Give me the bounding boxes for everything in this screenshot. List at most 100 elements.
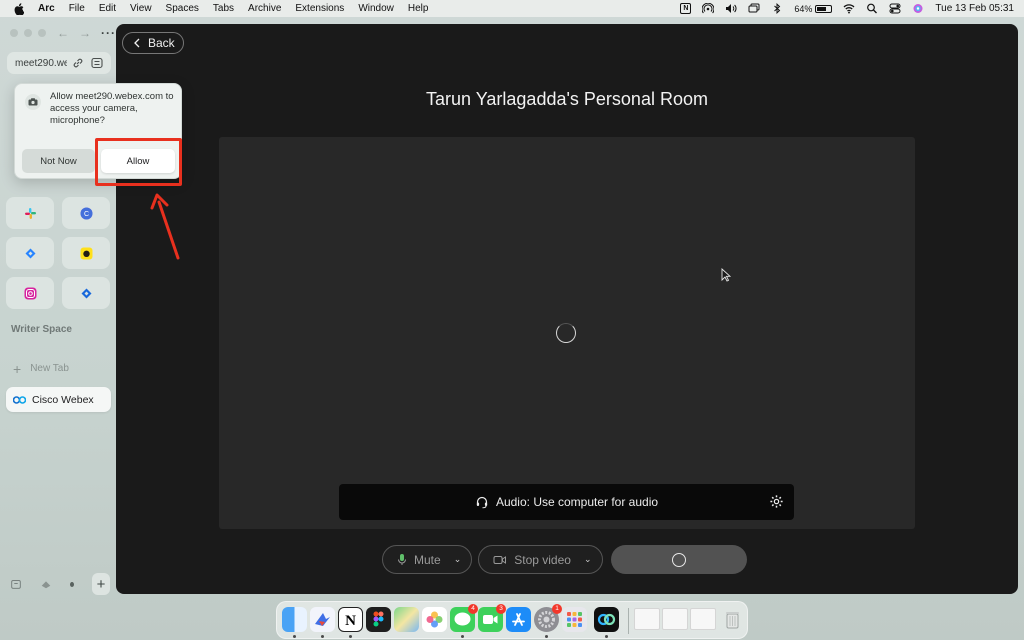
spark-icon[interactable] — [310, 607, 335, 632]
photos-icon[interactable] — [422, 607, 447, 632]
menu-extensions[interactable]: Extensions — [295, 3, 344, 14]
menu-window[interactable]: Window — [358, 3, 394, 14]
menu-tabs[interactable]: Tabs — [213, 3, 234, 14]
audio-settings-bar[interactable]: Audio: Use computer for audio — [339, 484, 794, 520]
minimized-window-thumbnail[interactable] — [690, 608, 716, 630]
launchpad-icon[interactable] — [562, 607, 587, 632]
battery-icon — [815, 4, 833, 13]
stop-video-button[interactable]: Stop video ⌄ — [478, 545, 603, 574]
mute-label: Mute — [414, 552, 441, 567]
menu-help[interactable]: Help — [408, 3, 429, 14]
trash-icon[interactable] — [720, 607, 745, 632]
messages-badge: 4 — [468, 604, 478, 614]
airdrop-icon[interactable] — [702, 3, 715, 14]
wifi-icon[interactable] — [843, 3, 855, 14]
display-icon[interactable] — [748, 3, 760, 14]
menu-view[interactable]: View — [130, 3, 152, 14]
more-options-icon[interactable]: ··· — [101, 26, 116, 40]
running-indicator — [545, 635, 548, 638]
sidebar-nav: ← → ··· — [57, 26, 116, 40]
chevron-down-icon[interactable]: ⌄ — [454, 554, 462, 565]
menu-app-name[interactable]: Arc — [38, 3, 55, 14]
battery-indicator[interactable]: 64% — [794, 4, 833, 14]
instagram-icon — [24, 287, 36, 299]
pinned-app-mailchimp[interactable] — [62, 237, 110, 269]
audio-label: Audio: Use computer for audio — [495, 495, 659, 509]
canva-icon: C — [80, 207, 92, 219]
space-dot-icon[interactable] — [70, 581, 75, 587]
minimized-window-thumbnail[interactable] — [634, 608, 660, 630]
notion-icon[interactable]: N — [680, 3, 692, 14]
url-bar[interactable]: meet290.webex — [7, 52, 111, 74]
figma-icon[interactable] — [366, 607, 391, 632]
pinned-app-slack[interactable] — [6, 197, 54, 229]
webex-meeting-preview: Back Tarun Yarlagadda's Personal Room Au… — [116, 24, 1018, 594]
sidebar-footer: + — [10, 573, 110, 595]
chevron-down-icon[interactable]: ⌄ — [584, 554, 592, 565]
menu-spaces[interactable]: Spaces — [166, 3, 199, 14]
mute-button[interactable]: Mute ⌄ — [382, 545, 473, 574]
meeting-controls: Mute ⌄ Stop video ⌄ — [382, 545, 747, 574]
annotation-arrow — [150, 193, 180, 260]
sidebar-tab-cisco-webex[interactable]: Cisco Webex — [6, 387, 111, 412]
space-label: Writer Space — [11, 324, 72, 335]
video-camera-icon — [493, 555, 507, 564]
archive-icon[interactable] — [10, 577, 22, 591]
headset-icon — [476, 496, 488, 509]
new-tab-button[interactable]: + New Tab — [13, 362, 69, 376]
back-label: Back — [148, 36, 175, 50]
menu-bar: Arc File Edit View Spaces Tabs Archive E… — [0, 0, 1024, 17]
pinned-app-jira[interactable] — [6, 237, 54, 269]
not-now-button[interactable]: Not Now — [22, 149, 95, 173]
clock[interactable]: Tue 13 Feb 05:31 — [935, 3, 1014, 14]
menu-edit[interactable]: Edit — [99, 3, 116, 14]
minimized-window-thumbnail[interactable] — [662, 608, 688, 630]
stop-video-label: Stop video — [514, 552, 571, 567]
control-center-icon[interactable] — [889, 3, 901, 14]
pinned-app-instagram[interactable] — [6, 277, 54, 309]
minimize-window-button[interactable] — [24, 29, 32, 37]
maps-icon[interactable] — [394, 607, 419, 632]
library-icon[interactable] — [40, 577, 52, 591]
bluetooth-icon[interactable] — [771, 3, 783, 14]
back-button[interactable]: Back — [122, 32, 184, 54]
join-meeting-button[interactable] — [610, 545, 747, 574]
running-indicator — [293, 635, 296, 638]
search-icon[interactable] — [866, 3, 878, 14]
loading-spinner-icon — [556, 323, 576, 343]
webex-icon[interactable] — [594, 607, 619, 632]
system-settings-icon[interactable]: 1 — [534, 604, 562, 632]
link-icon[interactable] — [72, 57, 84, 69]
jira-icon — [25, 248, 35, 258]
pinned-app-canva[interactable]: C — [62, 197, 110, 229]
webex-icon — [13, 395, 26, 404]
zoom-window-button[interactable] — [38, 29, 46, 37]
dock: N 4 3 1 — [276, 601, 748, 639]
app-store-icon[interactable] — [506, 607, 531, 632]
mailchimp-icon — [80, 247, 92, 259]
siri-icon[interactable] — [912, 3, 924, 14]
url-text: meet290.webex — [15, 57, 67, 69]
back-arrow-icon[interactable]: ← — [57, 26, 69, 40]
menu-archive[interactable]: Archive — [248, 3, 281, 14]
loading-ring-icon — [671, 552, 686, 567]
gear-icon[interactable] — [769, 494, 784, 509]
messages-icon[interactable]: 4 — [450, 604, 478, 632]
forward-arrow-icon[interactable]: → — [79, 26, 91, 40]
facetime-icon[interactable]: 3 — [478, 604, 506, 632]
volume-icon[interactable] — [725, 3, 737, 14]
notion-icon[interactable]: N — [338, 607, 363, 632]
add-space-button[interactable]: + — [92, 573, 110, 595]
site-settings-icon[interactable] — [91, 57, 103, 69]
room-title: Tarun Yarlagadda's Personal Room — [426, 89, 708, 109]
apple-icon[interactable] — [14, 2, 24, 15]
close-window-button[interactable] — [10, 29, 18, 37]
tab-title: Cisco Webex — [32, 393, 94, 406]
mouse-cursor-icon — [721, 268, 731, 282]
new-tab-label: New Tab — [30, 363, 69, 374]
system-settings-badge: 1 — [552, 604, 562, 614]
finder-icon[interactable] — [282, 607, 307, 632]
window-controls — [10, 29, 46, 37]
pinned-app-confluence[interactable] — [62, 277, 110, 309]
menu-file[interactable]: File — [69, 3, 85, 14]
